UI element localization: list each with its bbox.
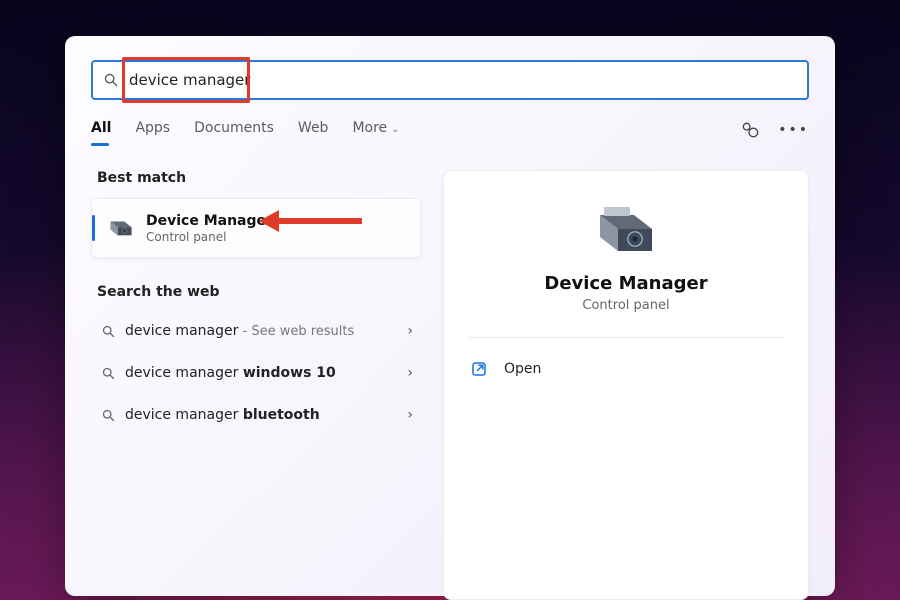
search-icon	[101, 408, 125, 423]
search-panel: All Apps Documents Web More⌄ ••• Best ma…	[65, 36, 835, 596]
results-column: Best match Device Manager Control panel …	[91, 170, 421, 600]
chevron-down-icon: ⌄	[391, 124, 399, 135]
open-external-icon	[470, 360, 488, 378]
chevron-right-icon: ›	[407, 407, 413, 423]
open-action[interactable]: Open	[468, 360, 784, 378]
annotation-arrow	[277, 218, 362, 224]
open-label: Open	[504, 361, 541, 377]
filter-tabs-row: All Apps Documents Web More⌄ •••	[91, 114, 809, 146]
best-match-result[interactable]: Device Manager Control panel	[91, 198, 421, 258]
tab-all[interactable]: All	[91, 120, 111, 140]
chevron-right-icon: ›	[407, 365, 413, 381]
preview-title: Device Manager	[544, 273, 707, 294]
more-options-icon[interactable]: •••	[778, 122, 809, 138]
tab-web[interactable]: Web	[298, 120, 329, 140]
device-manager-icon	[108, 215, 134, 241]
web-result[interactable]: device manager bluetooth ›	[91, 394, 421, 436]
best-match-header: Best match	[91, 170, 421, 186]
chevron-right-icon: ›	[407, 323, 413, 339]
search-icon	[101, 324, 125, 339]
search-icon	[101, 366, 125, 381]
web-result[interactable]: device manager windows 10 ›	[91, 352, 421, 394]
best-match-title: Device Manager	[146, 213, 273, 229]
best-match-subtitle: Control panel	[146, 230, 273, 244]
search-settings-icon[interactable]	[740, 120, 760, 140]
tab-apps[interactable]: Apps	[135, 120, 170, 140]
web-result[interactable]: device manager - See web results ›	[91, 310, 421, 352]
preview-pane: Device Manager Control panel Open	[443, 170, 809, 600]
search-bar[interactable]	[91, 60, 809, 100]
search-icon	[103, 72, 123, 88]
preview-subtitle: Control panel	[582, 298, 669, 313]
tab-documents[interactable]: Documents	[194, 120, 274, 140]
device-manager-icon	[594, 201, 658, 255]
tab-more[interactable]: More⌄	[352, 120, 399, 140]
search-input[interactable]	[123, 71, 797, 89]
search-web-header: Search the web	[91, 284, 421, 300]
